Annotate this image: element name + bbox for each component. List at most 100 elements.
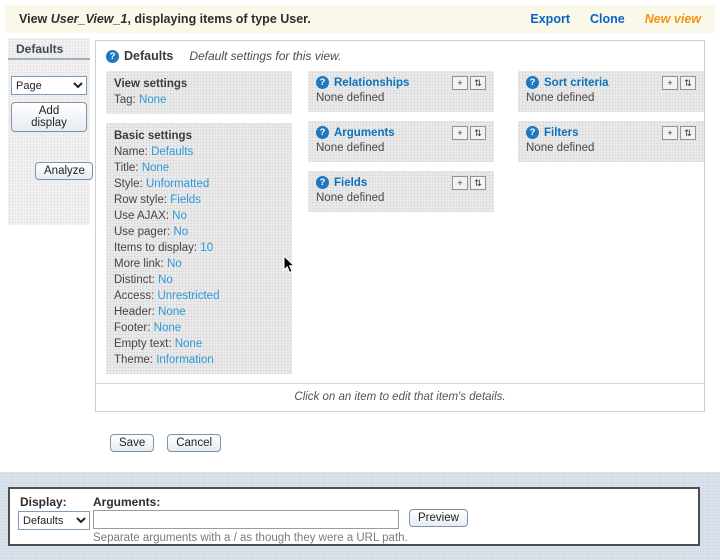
setting-row-style: Style: Unformatted [114,176,284,192]
add-sort-icon[interactable]: + [662,76,678,90]
filters-box: ? Filters + ⇅ None defined [518,121,704,162]
setting-value-link[interactable]: 10 [200,242,213,254]
settings-column-2: ? Relationships + ⇅ None defined ? Argum… [308,71,494,221]
fields-empty-text: None defined [316,192,385,204]
setting-value-link[interactable]: None [154,322,182,334]
filters-header: ? Filters + ⇅ [526,126,696,140]
setting-value-link[interactable]: Unrestricted [157,290,219,302]
setting-value-link[interactable]: Information [156,354,214,366]
setting-row-more-link: More link: No [114,256,284,272]
setting-label: Tag: [114,94,136,106]
help-icon[interactable]: ? [316,126,329,139]
setting-label: Use AJAX: [114,210,169,222]
clone-link[interactable]: Clone [590,12,625,26]
rearrange-sorts-icon[interactable]: ⇅ [680,76,696,90]
export-link[interactable]: Export [530,12,570,26]
display-type-select[interactable]: Page [11,76,87,95]
setting-row-distinct: Distinct: No [114,272,284,288]
view-title-suffix: , displaying items of type User. [127,12,311,26]
setting-value-link[interactable]: None [139,94,167,106]
setting-row-title: Title: None [114,160,284,176]
display-heading-note: Default settings for this view. [189,49,342,63]
cancel-button[interactable]: Cancel [167,434,222,452]
view-settings-box: View settings Tag: None [106,71,292,114]
preview-display-label: Display: [20,495,67,509]
rearrange-filters-icon[interactable]: ⇅ [680,126,696,140]
settings-column-3: ? Sort criteria + ⇅ None defined ? Filte… [518,71,704,171]
setting-label: Name: [114,146,148,158]
filters-link[interactable]: Filters [544,127,579,139]
new-view-link[interactable]: New view [645,12,701,26]
fields-box: ? Fields + ⇅ None defined [308,171,494,212]
setting-label: Use pager: [114,226,171,238]
analyze-button[interactable]: Analyze [35,162,93,180]
add-display-button[interactable]: Add display [11,102,87,132]
save-button[interactable]: Save [110,434,155,452]
setting-value-link[interactable]: No [173,226,188,238]
view-status-text: View User_View_1, displaying items of ty… [19,12,311,26]
setting-label: Row style: [114,194,168,206]
setting-value-link[interactable]: No [172,210,187,222]
rearrange-arguments-icon[interactable]: ⇅ [470,126,486,140]
view-settings-title: View settings [114,78,188,90]
display-heading: Defaults [124,49,174,63]
rearrange-relationships-icon[interactable]: ⇅ [470,76,486,90]
setting-label: Style: [114,178,143,190]
basic-settings-title: Basic settings [114,130,192,142]
setting-label: Footer: [114,322,151,334]
setting-value-link[interactable]: Fields [170,194,201,206]
setting-row-theme: Theme: Information [114,352,284,368]
setting-row-row-style: Row style: Fields [114,192,284,208]
setting-row-tag: Tag: None [114,92,284,108]
help-icon[interactable]: ? [106,49,119,63]
view-name: User_View_1 [50,12,128,26]
setting-row-access: Access: Unrestricted [114,288,284,304]
setting-row-empty-text: Empty text: None [114,336,284,352]
filters-empty-text: None defined [526,142,595,154]
preview-arguments-input[interactable] [93,510,399,529]
relationships-header: ? Relationships + ⇅ [316,76,486,90]
preview-help-text: Separate arguments with a / as though th… [93,532,408,544]
help-icon[interactable]: ? [526,76,539,89]
setting-row-name: Name: Defaults [114,144,284,160]
add-field-icon[interactable]: + [452,176,468,190]
sort-criteria-header: ? Sort criteria + ⇅ [526,76,696,90]
setting-row-header: Header: None [114,304,284,320]
basic-settings-box: Basic settings Name: Defaults Title: Non… [106,123,292,374]
preview-arguments-label: Arguments: [93,495,161,509]
setting-label: More link: [114,258,164,270]
setting-value-link[interactable]: None [142,162,170,174]
add-filter-icon[interactable]: + [662,126,678,140]
sort-criteria-box: ? Sort criteria + ⇅ None defined [518,71,704,112]
sort-criteria-empty-text: None defined [526,92,595,104]
relationships-link[interactable]: Relationships [334,77,409,89]
setting-value-link[interactable]: No [158,274,173,286]
help-icon[interactable]: ? [526,126,539,139]
view-action-links: Export Clone New view [530,12,701,26]
setting-row-use-pager: Use pager: No [114,224,284,240]
preview-panel: Display: Defaults Arguments: Preview Sep… [8,487,700,546]
setting-value-link[interactable]: Defaults [151,146,193,158]
arguments-link[interactable]: Arguments [334,127,395,139]
help-icon[interactable]: ? [316,176,329,189]
rearrange-fields-icon[interactable]: ⇅ [470,176,486,190]
setting-value-link[interactable]: Unformatted [146,178,209,190]
tab-defaults[interactable]: Defaults [8,38,90,60]
preview-button[interactable]: Preview [409,509,468,527]
settings-column-1: View settings Tag: None Basic settings N… [106,71,292,383]
sort-criteria-link[interactable]: Sort criteria [544,77,609,89]
display-settings-panel: ? Defaults Default settings for this vie… [95,40,705,412]
setting-value-link[interactable]: None [158,306,186,318]
add-relationship-icon[interactable]: + [452,76,468,90]
view-title-prefix: View [19,12,48,26]
preview-display-select[interactable]: Defaults [18,511,90,530]
setting-label: Header: [114,306,155,318]
fields-link[interactable]: Fields [334,177,367,189]
add-argument-icon[interactable]: + [452,126,468,140]
setting-row-items-to-display: Items to display: 10 [114,240,284,256]
setting-label: Theme: [114,354,153,366]
setting-value-link[interactable]: No [167,258,182,270]
view-status-bar: View User_View_1, displaying items of ty… [5,5,715,33]
help-icon[interactable]: ? [316,76,329,89]
setting-value-link[interactable]: None [175,338,203,350]
